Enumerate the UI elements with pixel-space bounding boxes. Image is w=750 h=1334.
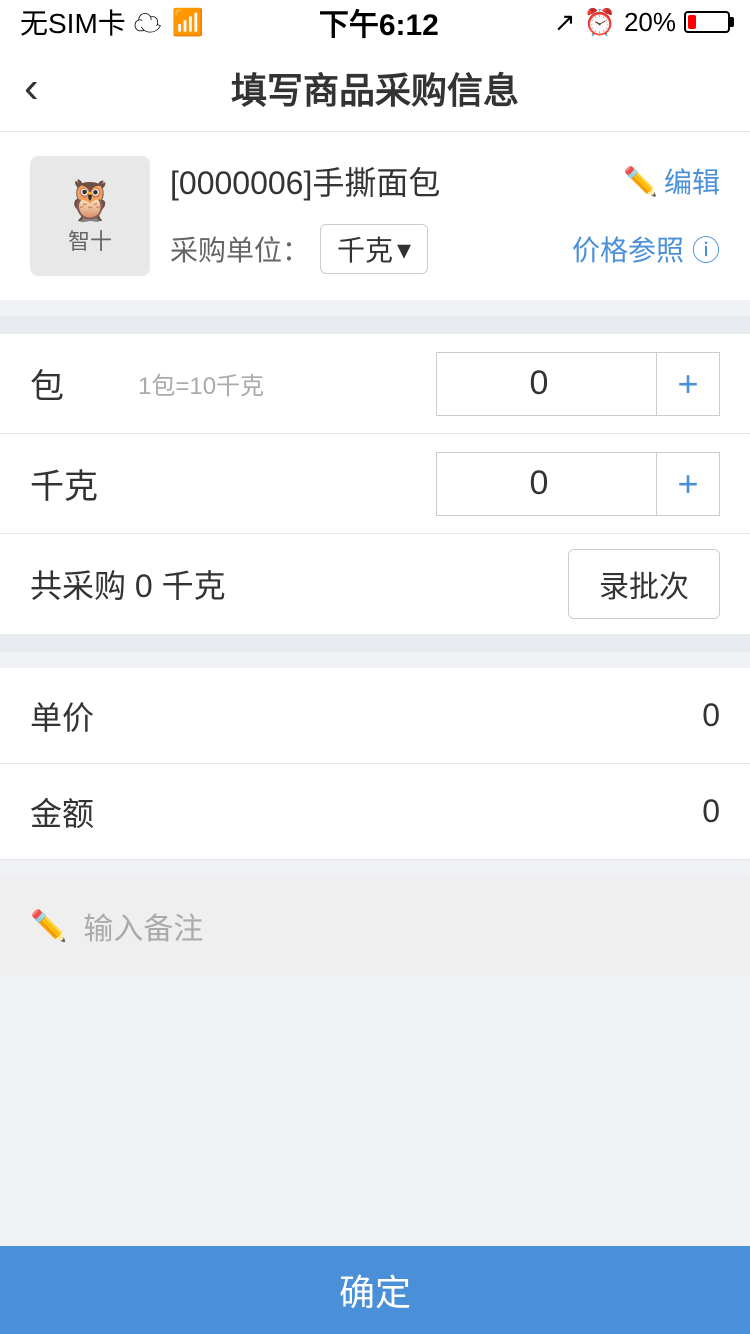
alarm-icon: ⏰ xyxy=(584,7,616,38)
page-title: 填写商品采购信息 xyxy=(231,62,519,114)
price-ref-button[interactable]: 价格参照 ⓘ xyxy=(572,229,720,269)
bag-label: 包 xyxy=(30,359,130,408)
unit-price-value: 0 xyxy=(702,697,720,734)
amount-row: 金额 0 xyxy=(0,764,750,860)
dropdown-icon: ▾ xyxy=(397,233,411,266)
edit-button[interactable]: ✏️ 编辑 xyxy=(623,161,720,201)
amount-label: 金额 xyxy=(30,789,94,835)
unit-row: 采购单位： 千克 ▾ xyxy=(170,224,428,274)
remark-placeholder: 输入备注 xyxy=(83,904,203,948)
status-right: ↗ ⏰ 20% xyxy=(554,7,730,38)
status-bar: 无SIM卡 ☁ 📶 下午6:12 ↗ ⏰ 20% xyxy=(0,0,750,44)
kg-input[interactable] xyxy=(436,452,656,516)
edit-icon: ✏️ xyxy=(623,165,658,198)
bag-input-wrapper: + xyxy=(436,352,720,416)
kg-plus-button[interactable]: + xyxy=(656,452,720,516)
bag-sub-label: 1包=10千克 xyxy=(138,366,436,401)
input-section: 包 1包=10千克 + 千克 + xyxy=(0,334,750,534)
product-logo-icon: 🦉 xyxy=(65,177,115,224)
nav-bar: ‹ 填写商品采购信息 xyxy=(0,44,750,132)
price-ref-label: 价格参照 xyxy=(572,229,684,269)
battery-fill xyxy=(688,15,696,29)
kg-input-row: 千克 + xyxy=(0,434,750,534)
battery-percent: 20% xyxy=(624,7,676,38)
status-time: 下午6:12 xyxy=(319,0,439,44)
section-divider-2 xyxy=(0,634,750,652)
total-row: 共采购 0 千克 录批次 xyxy=(0,534,750,634)
confirm-label: 确定 xyxy=(339,1264,411,1316)
no-sim-label: 无SIM卡 ☁ xyxy=(20,2,162,42)
product-bottom-row: 采购单位： 千克 ▾ 价格参照 ⓘ xyxy=(170,224,720,274)
wifi-icon: 📶 xyxy=(172,7,204,38)
unit-value: 千克 xyxy=(337,229,393,269)
unit-price-label: 单价 xyxy=(30,693,94,739)
product-logo-text: 智十 xyxy=(68,224,112,256)
product-name: [0000006]手撕面包 xyxy=(170,158,440,204)
edit-label: 编辑 xyxy=(664,161,720,201)
product-info: [0000006]手撕面包 ✏️ 编辑 采购单位： 千克 ▾ 价格参照 ⓘ xyxy=(170,158,720,274)
bag-plus-button[interactable]: + xyxy=(656,352,720,416)
unit-price-row: 单价 0 xyxy=(0,668,750,764)
bag-input[interactable] xyxy=(436,352,656,416)
batch-button[interactable]: 录批次 xyxy=(568,549,720,619)
product-image: 🦉 智十 xyxy=(30,156,150,276)
product-section: 🦉 智十 [0000006]手撕面包 ✏️ 编辑 采购单位： 千克 ▾ 价格参照… xyxy=(0,132,750,300)
pencil-icon: ✏️ xyxy=(30,909,67,944)
price-info-section: 单价 0 金额 0 xyxy=(0,668,750,860)
amount-value: 0 xyxy=(702,793,720,830)
confirm-button[interactable]: 确定 xyxy=(0,1246,750,1334)
kg-label: 千克 xyxy=(30,459,130,508)
help-icon: ⓘ xyxy=(692,229,720,269)
product-top-row: [0000006]手撕面包 ✏️ 编辑 xyxy=(170,158,720,204)
bag-input-row: 包 1包=10千克 + xyxy=(0,334,750,434)
unit-label: 采购单位： xyxy=(170,229,310,269)
total-label: 共采购 0 千克 xyxy=(30,561,226,607)
content-area xyxy=(0,976,750,1286)
battery-icon xyxy=(684,11,730,33)
remark-section[interactable]: ✏️ 输入备注 xyxy=(0,876,750,976)
location-icon: ↗ xyxy=(554,7,576,38)
back-button[interactable]: ‹ xyxy=(24,66,39,110)
kg-input-wrapper: + xyxy=(436,452,720,516)
status-left: 无SIM卡 ☁ 📶 xyxy=(20,2,204,42)
section-divider-1 xyxy=(0,316,750,334)
unit-select[interactable]: 千克 ▾ xyxy=(320,224,428,274)
